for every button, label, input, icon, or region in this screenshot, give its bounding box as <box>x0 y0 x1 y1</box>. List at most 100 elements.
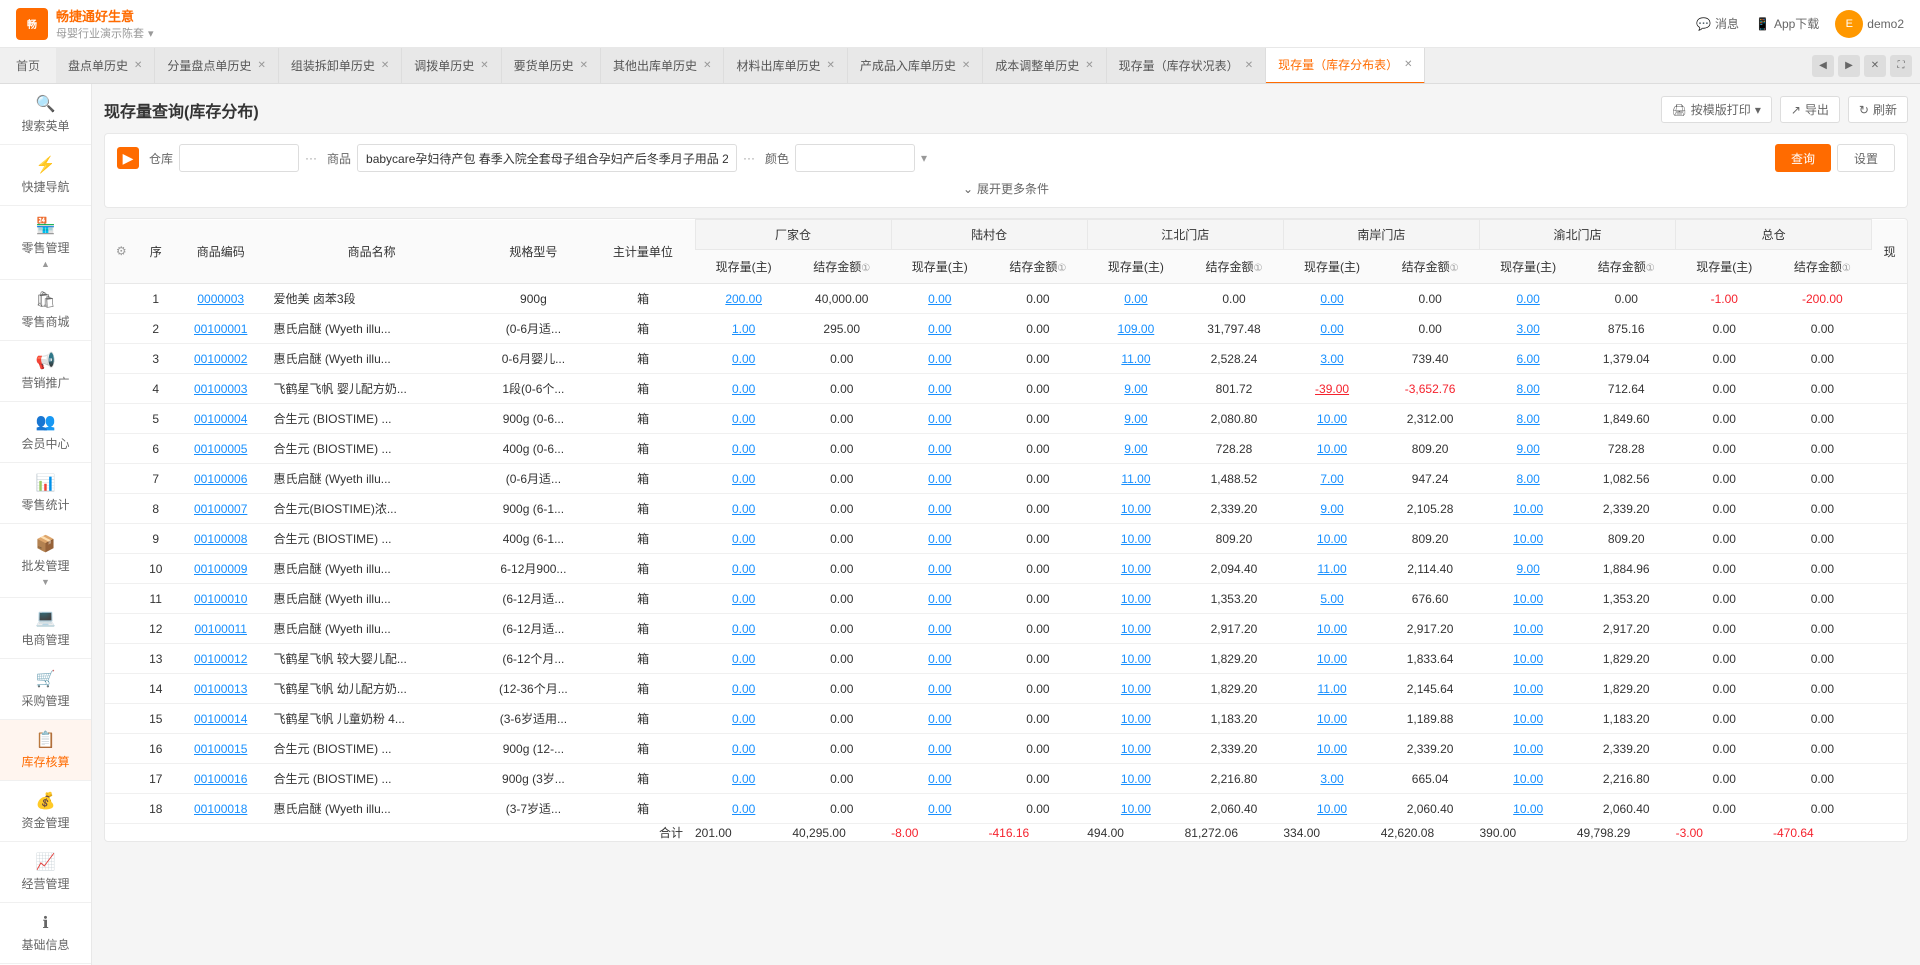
row-w5-qty[interactable]: 3.00 <box>1480 314 1577 344</box>
row-w5-qty[interactable]: 10.00 <box>1480 734 1577 764</box>
tab-qitachuku[interactable]: 其他出库单历史 ✕ <box>601 48 724 84</box>
row-code[interactable]: 00100010 <box>174 584 268 614</box>
row-w4-qty[interactable]: 0.00 <box>1283 314 1380 344</box>
col-gear[interactable]: ⚙ <box>105 220 138 284</box>
tab-close-all-btn[interactable]: ✕ <box>1864 55 1886 77</box>
row-w2-qty[interactable]: 0.00 <box>891 344 988 374</box>
tab-diaobodanls[interactable]: 调拨单历史 ✕ <box>402 48 501 84</box>
tab-close-fenliangpandian[interactable]: ✕ <box>257 48 265 84</box>
dropdown-icon[interactable]: ▾ <box>148 27 154 40</box>
row-w2-qty[interactable]: 0.00 <box>891 494 988 524</box>
row-code[interactable]: 00100011 <box>174 614 268 644</box>
tab-chanchengpin[interactable]: 产成品入库单历史 ✕ <box>848 48 983 84</box>
sidebar-item-inventory[interactable]: 📋 库存核算 <box>0 720 91 781</box>
row-w2-qty[interactable]: 0.00 <box>891 464 988 494</box>
row-w3-qty[interactable]: 10.00 <box>1087 794 1184 824</box>
row-w3-qty[interactable]: 9.00 <box>1087 434 1184 464</box>
goods-input[interactable] <box>357 144 737 172</box>
row-w4-qty[interactable]: 10.00 <box>1283 794 1380 824</box>
row-w4-qty[interactable]: -39.00 <box>1283 374 1380 404</box>
row-w3-qty[interactable]: 10.00 <box>1087 494 1184 524</box>
sidebar-item-purchase[interactable]: 🛒 采购管理 <box>0 659 91 720</box>
row-w4-qty[interactable]: 10.00 <box>1283 644 1380 674</box>
sidebar-item-base-info[interactable]: ℹ 基础信息 <box>0 903 91 964</box>
row-w3-qty[interactable]: 10.00 <box>1087 614 1184 644</box>
row-w3-qty[interactable]: 11.00 <box>1087 344 1184 374</box>
row-w3-qty[interactable]: 11.00 <box>1087 464 1184 494</box>
row-w2-qty[interactable]: 0.00 <box>891 614 988 644</box>
export-btn[interactable]: ↗ 导出 <box>1780 96 1840 123</box>
row-w5-qty[interactable]: 0.00 <box>1480 284 1577 314</box>
row-w1-qty[interactable]: 0.00 <box>695 674 792 704</box>
row-w1-qty[interactable]: 0.00 <box>695 704 792 734</box>
row-w2-qty[interactable]: 0.00 <box>891 764 988 794</box>
row-code[interactable]: 0000003 <box>174 284 268 314</box>
tab-fenliangpandian[interactable]: 分量盘点单历史 ✕ <box>155 48 278 84</box>
row-code[interactable]: 00100001 <box>174 314 268 344</box>
row-code[interactable]: 00100018 <box>174 794 268 824</box>
row-w2-qty[interactable]: 0.00 <box>891 704 988 734</box>
tab-close-pandian[interactable]: ✕ <box>134 48 142 84</box>
row-w5-qty[interactable]: 10.00 <box>1480 494 1577 524</box>
row-w2-qty[interactable]: 0.00 <box>891 644 988 674</box>
row-w4-qty[interactable]: 10.00 <box>1283 734 1380 764</box>
info-icon-2[interactable]: ① <box>1057 263 1066 274</box>
row-w3-qty[interactable]: 10.00 <box>1087 554 1184 584</box>
row-w4-qty[interactable]: 10.00 <box>1283 614 1380 644</box>
sidebar-item-search[interactable]: 🔍 搜索英单 <box>0 84 91 145</box>
row-w4-qty[interactable]: 11.00 <box>1283 554 1380 584</box>
row-w5-qty[interactable]: 10.00 <box>1480 704 1577 734</box>
row-w5-qty[interactable]: 8.00 <box>1480 404 1577 434</box>
row-code[interactable]: 00100016 <box>174 764 268 794</box>
goods-browse-btn[interactable]: ··· <box>743 151 755 165</box>
tab-close-kuanzhuang[interactable]: ✕ <box>1245 48 1253 84</box>
tab-pandian[interactable]: 盘点单历史 ✕ <box>56 48 155 84</box>
tab-home[interactable]: 首页 <box>0 48 56 84</box>
message-btn[interactable]: 💬 消息 <box>1696 15 1739 32</box>
row-w1-qty[interactable]: 0.00 <box>695 434 792 464</box>
tab-close-fenbu[interactable]: ✕ <box>1404 48 1412 83</box>
row-code[interactable]: 00100014 <box>174 704 268 734</box>
tab-prev-btn[interactable]: ◀ <box>1812 55 1834 77</box>
row-w5-qty[interactable]: 10.00 <box>1480 614 1577 644</box>
sidebar-item-retail-stats[interactable]: 📊 零售统计 <box>0 463 91 524</box>
row-w5-qty[interactable]: 10.00 <box>1480 524 1577 554</box>
sidebar-item-ecommerce[interactable]: 💻 电商管理 <box>0 598 91 659</box>
row-w2-qty[interactable]: 0.00 <box>891 584 988 614</box>
row-w4-qty[interactable]: 10.00 <box>1283 524 1380 554</box>
tab-chenben[interactable]: 成本调整单历史 ✕ <box>983 48 1106 84</box>
row-w3-qty[interactable]: 10.00 <box>1087 524 1184 554</box>
tab-close-liaochuku[interactable]: ✕ <box>826 48 834 84</box>
tab-close-yaohuo[interactable]: ✕ <box>580 48 588 84</box>
row-w1-qty[interactable]: 0.00 <box>695 524 792 554</box>
settings-btn[interactable]: 设置 <box>1837 144 1895 172</box>
row-w5-qty[interactable]: 10.00 <box>1480 644 1577 674</box>
tab-liaochuku[interactable]: 材料出库单历史 ✕ <box>724 48 847 84</box>
row-w1-qty[interactable]: 0.00 <box>695 764 792 794</box>
tab-zuzhuangchaijian[interactable]: 组装拆卸单历史 ✕ <box>279 48 402 84</box>
row-code[interactable]: 00100006 <box>174 464 268 494</box>
row-w1-qty[interactable]: 0.00 <box>695 614 792 644</box>
row-w1-qty[interactable]: 0.00 <box>695 494 792 524</box>
tab-close-qitachuku[interactable]: ✕ <box>703 48 711 84</box>
row-w3-qty[interactable]: 10.00 <box>1087 674 1184 704</box>
row-w1-qty[interactable]: 0.00 <box>695 794 792 824</box>
row-w4-qty[interactable]: 10.00 <box>1283 434 1380 464</box>
tab-xiancunliang-fenbu[interactable]: 现存量（库存分布表） ✕ <box>1266 48 1425 84</box>
info-icon-3[interactable]: ① <box>1254 263 1263 274</box>
row-code[interactable]: 00100005 <box>174 434 268 464</box>
info-icon-5[interactable]: ① <box>1646 263 1655 274</box>
info-icon-6[interactable]: ① <box>1842 263 1851 274</box>
row-w2-qty[interactable]: 0.00 <box>891 374 988 404</box>
row-w3-qty[interactable]: 10.00 <box>1087 704 1184 734</box>
row-w3-qty[interactable]: 0.00 <box>1087 284 1184 314</box>
color-dropdown-icon[interactable]: ▾ <box>921 151 927 165</box>
color-input[interactable] <box>795 144 915 172</box>
warehouse-browse-btn[interactable]: ··· <box>305 151 317 165</box>
row-w4-qty[interactable]: 5.00 <box>1283 584 1380 614</box>
row-w4-qty[interactable]: 3.00 <box>1283 344 1380 374</box>
row-w4-qty[interactable]: 9.00 <box>1283 494 1380 524</box>
app-download-btn[interactable]: 📱 App下载 <box>1755 15 1819 32</box>
row-code[interactable]: 00100013 <box>174 674 268 704</box>
filter-expand-btn[interactable]: ▶ <box>117 147 139 169</box>
